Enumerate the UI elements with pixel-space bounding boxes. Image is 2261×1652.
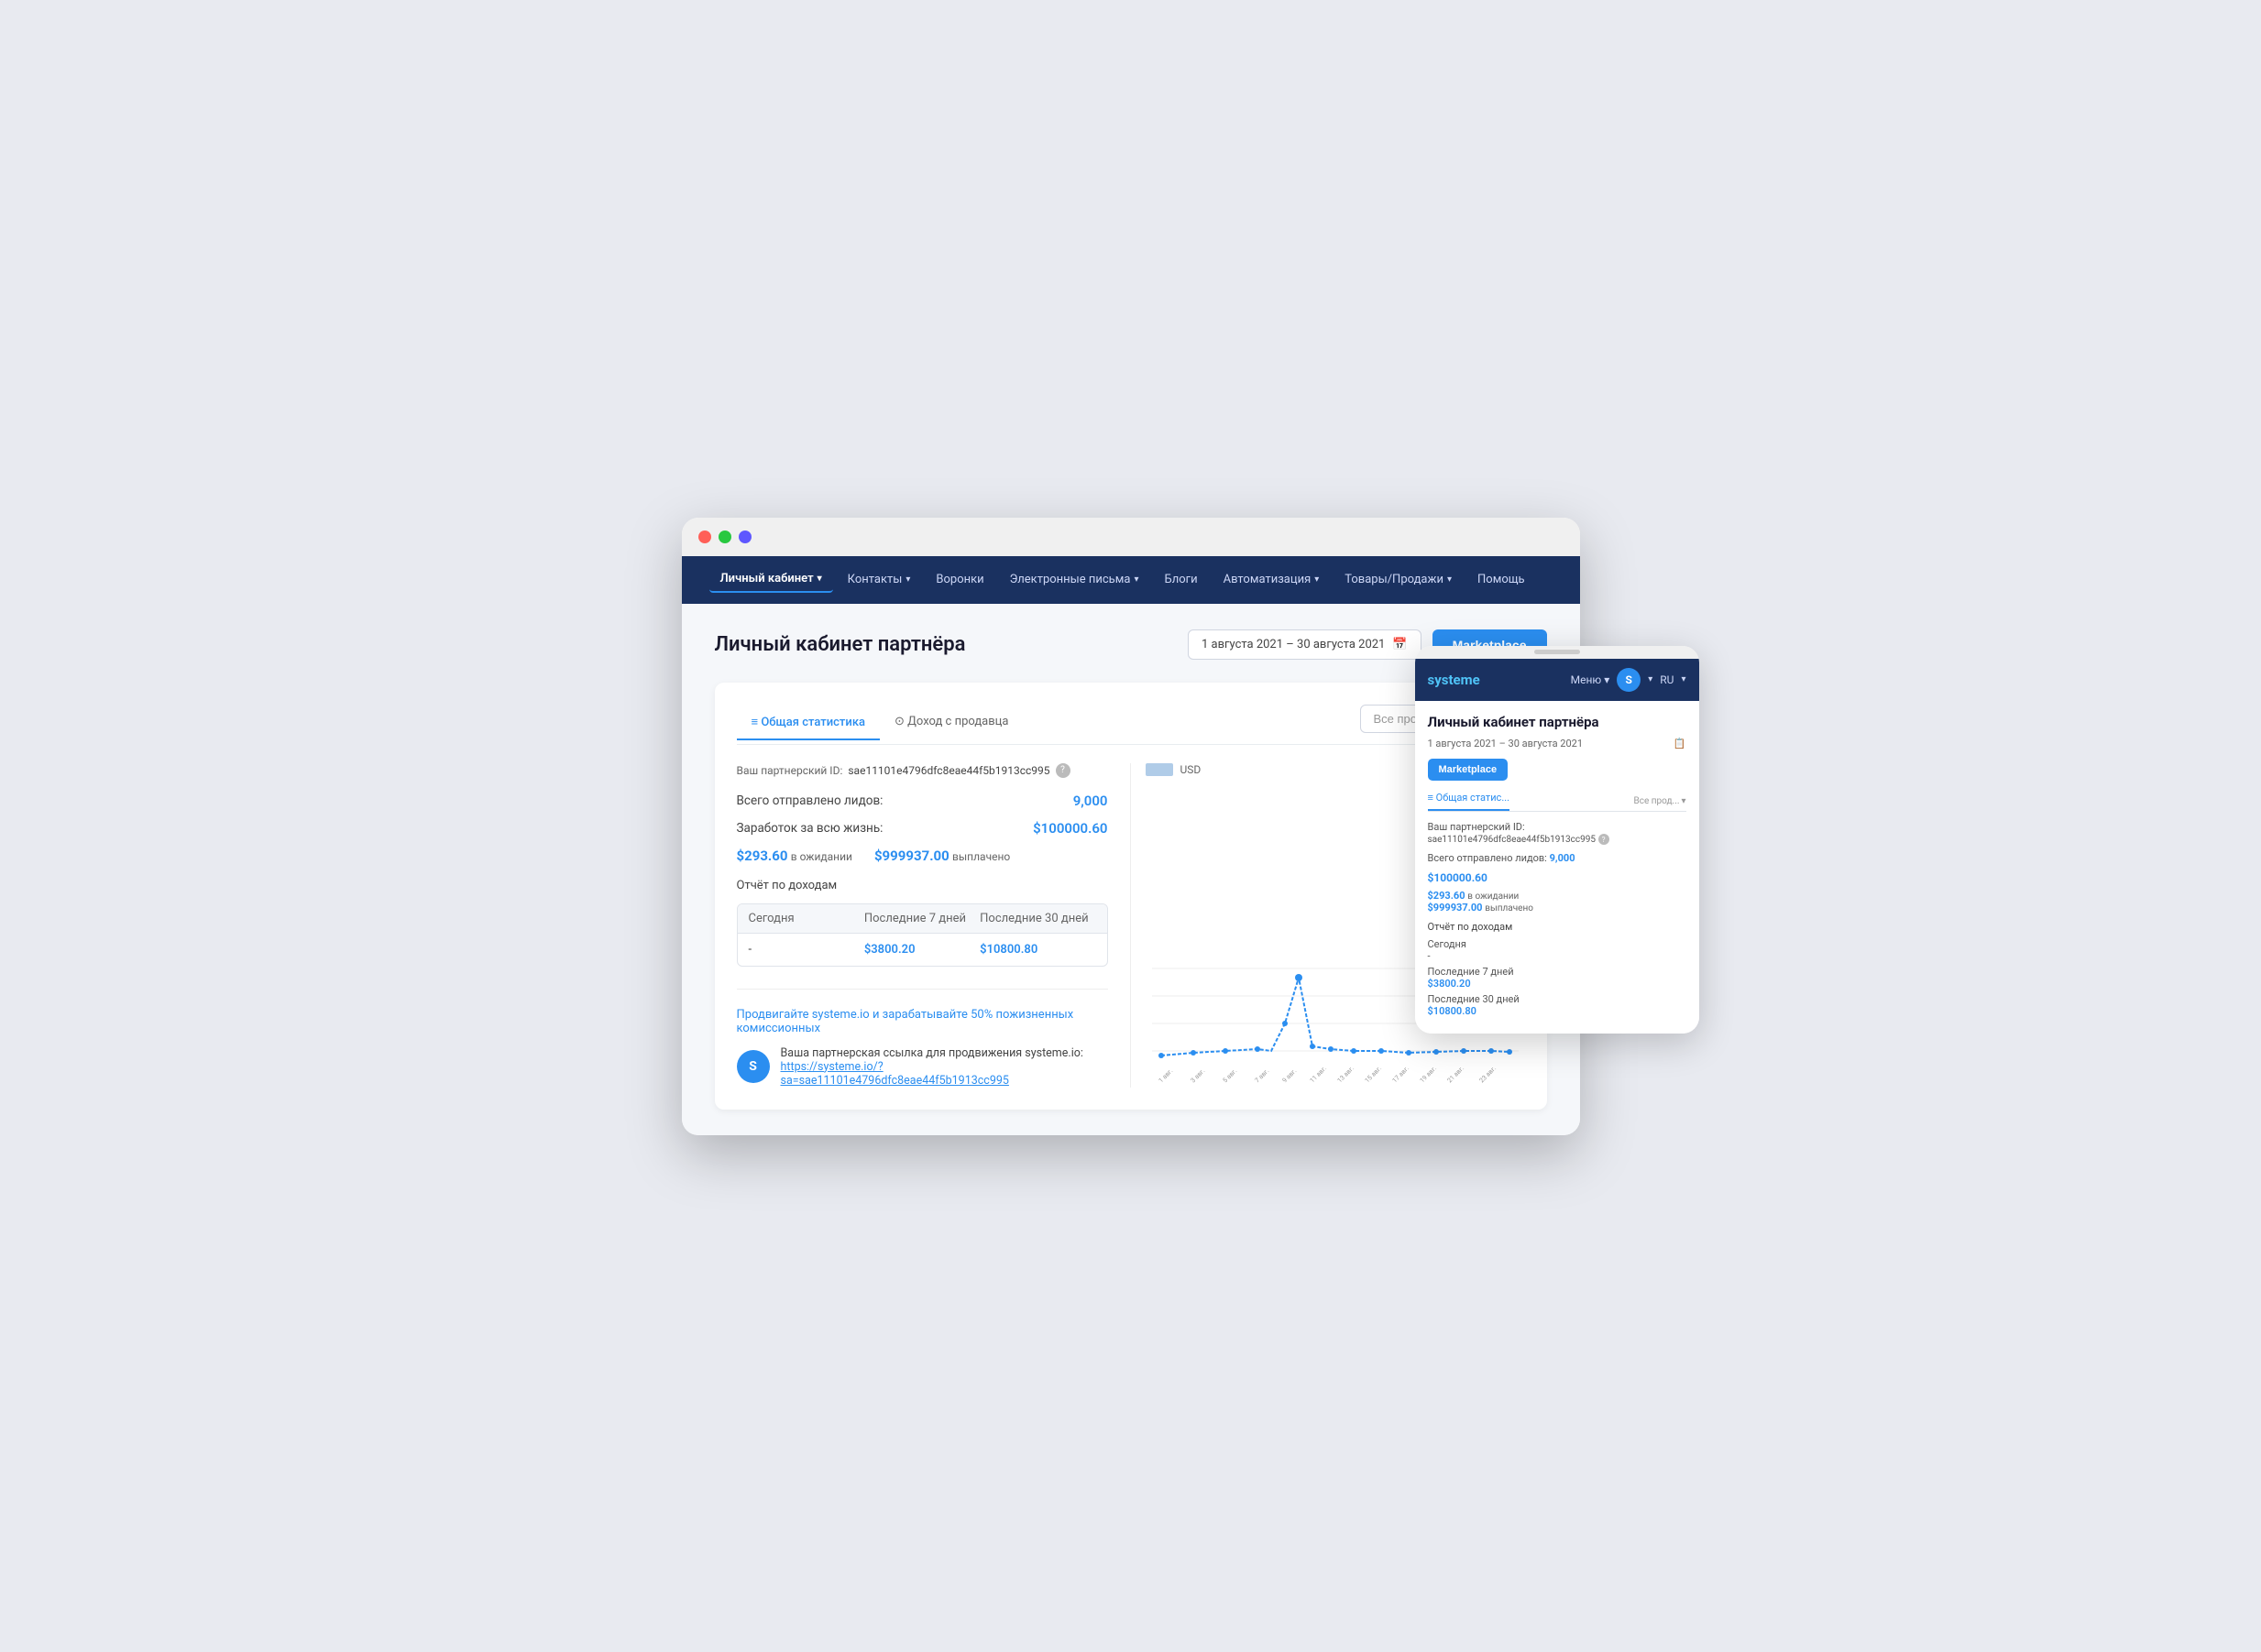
income-report: Отчёт по доходам Сегодня Последние 7 дне… bbox=[737, 879, 1108, 967]
stats-grid: Ваш партнерский ID: sae11101e4796dfc8eae… bbox=[737, 763, 1525, 1088]
minimize-dot[interactable] bbox=[719, 531, 731, 543]
income-table: Сегодня Последние 7 дней Последние 30 дн… bbox=[737, 903, 1108, 967]
svg-text:21 авг.: 21 авг. bbox=[1445, 1064, 1465, 1083]
maximize-dot[interactable] bbox=[739, 531, 752, 543]
mobile-notch-bar bbox=[1534, 650, 1580, 654]
svg-text:5 авг.: 5 авг. bbox=[1221, 1067, 1238, 1084]
income-table-row: - $3800.20 $10800.80 bbox=[738, 934, 1107, 966]
income-table-header: Сегодня Последние 7 дней Последние 30 дн… bbox=[738, 904, 1107, 934]
mobile-menu-button[interactable]: Меню ▾ bbox=[1571, 673, 1610, 686]
mobile-info-icon: ? bbox=[1598, 834, 1609, 845]
mobile-pending-paid: $293.60 в ожидании $999937.00 выплачено bbox=[1428, 890, 1686, 914]
tabs: ≡ Общая статистика ⊙ Доход с продавца bbox=[737, 709, 1024, 728]
mobile-seller-caret: ▾ bbox=[1681, 796, 1685, 806]
mobile-income-title: Отчёт по доходам bbox=[1428, 921, 1686, 933]
caret-icon: ▾ bbox=[1314, 574, 1319, 585]
svg-text:23 авг.: 23 авг. bbox=[1477, 1064, 1497, 1083]
info-icon[interactable]: ? bbox=[1056, 763, 1070, 778]
svg-text:15 авг.: 15 авг. bbox=[1363, 1064, 1382, 1083]
svg-text:9 авг.: 9 авг. bbox=[1280, 1067, 1298, 1084]
nav-item-cabinet[interactable]: Личный кабинет ▾ bbox=[709, 566, 833, 593]
promo-section: Продвигайте systeme.io и зарабатывайте 5… bbox=[737, 989, 1108, 1088]
nav-item-funnels[interactable]: Воронки bbox=[925, 567, 994, 592]
mobile-lang-caret: ▾ bbox=[1681, 674, 1685, 684]
mobile-partner-id: Ваш партнерский ID: sae11101e4796dfc8eae… bbox=[1428, 821, 1686, 846]
nav-bar: Личный кабинет ▾ Контакты ▾ Воронки Элек… bbox=[682, 556, 1580, 604]
nav-item-emails[interactable]: Электронные письма ▾ bbox=[999, 567, 1150, 592]
mobile-notch bbox=[1415, 646, 1699, 659]
svg-text:3 авг.: 3 авг. bbox=[1189, 1067, 1206, 1084]
legend-box bbox=[1146, 763, 1173, 776]
stats-left: Ваш партнерский ID: sae11101e4796dfc8eae… bbox=[737, 763, 1131, 1088]
mobile-avatar-caret: ▾ bbox=[1648, 674, 1652, 684]
mobile-marketplace-button[interactable]: Marketplace bbox=[1428, 759, 1509, 781]
tab-seller-income[interactable]: ⊙ Доход с продавца bbox=[880, 709, 1023, 740]
mobile-calendar-icon[interactable]: 📋 bbox=[1674, 738, 1686, 749]
mobile-month30-row: Последние 30 дней $10800.80 bbox=[1428, 993, 1686, 1017]
svg-text:11 авг.: 11 авг. bbox=[1308, 1064, 1327, 1083]
tabs-row: ≡ Общая статистика ⊙ Доход с продавца Вс… bbox=[737, 705, 1525, 745]
mobile-week7-row: Последние 7 дней $3800.20 bbox=[1428, 966, 1686, 990]
browser-window: Личный кабинет ▾ Контакты ▾ Воронки Элек… bbox=[682, 518, 1580, 1135]
mobile-date-range: 1 августа 2021 – 30 августа 2021 bbox=[1428, 738, 1584, 749]
systeme-icon: S bbox=[737, 1050, 770, 1083]
nav-item-blogs[interactable]: Блоги bbox=[1154, 567, 1209, 592]
date-range-label: 1 августа 2021 – 30 августа 2021 bbox=[1202, 638, 1385, 651]
svg-text:7 авг.: 7 авг. bbox=[1253, 1067, 1270, 1084]
caret-icon: ▾ bbox=[905, 574, 910, 585]
mobile-content: Личный кабинет партнёра 1 августа 2021 –… bbox=[1415, 701, 1699, 1034]
leads-row: Всего отправлено лидов: 9,000 bbox=[737, 793, 1108, 809]
svg-text:1 авг.: 1 авг. bbox=[1157, 1067, 1174, 1084]
pending-item: $293.60 в ожидании bbox=[737, 848, 852, 864]
mobile-seller-dropdown[interactable]: Все прод... ▾ bbox=[1634, 796, 1686, 806]
mobile-leads-row: Всего отправлено лидов: 9,000 bbox=[1428, 852, 1686, 864]
mobile-caret-icon: ▾ bbox=[1604, 673, 1609, 686]
mobile-date-row: 1 августа 2021 – 30 августа 2021 📋 bbox=[1428, 738, 1686, 749]
promo-link[interactable]: https://systeme.io/?sa=sae11101e4796dfc8… bbox=[781, 1060, 1009, 1088]
caret-icon: ▾ bbox=[818, 574, 822, 584]
browser-titlebar bbox=[682, 518, 1580, 556]
promo-link-row: S Ваша партнерская ссылка для продвижени… bbox=[737, 1046, 1108, 1088]
mobile-avatar: S bbox=[1617, 668, 1641, 692]
page-title: Личный кабинет партнёра bbox=[715, 633, 966, 656]
mobile-page-title: Личный кабинет партнёра bbox=[1428, 714, 1686, 730]
close-dot[interactable] bbox=[698, 531, 711, 543]
nav-item-automation[interactable]: Автоматизация ▾ bbox=[1213, 567, 1331, 592]
paid-item: $999937.00 выплачено bbox=[874, 848, 1010, 864]
partner-id-row: Ваш партнерский ID: sae11101e4796dfc8eae… bbox=[737, 763, 1108, 778]
mobile-overlay: systeme Меню ▾ S ▾ RU ▾ Личный кабинет п… bbox=[1415, 646, 1699, 1034]
nav-item-products[interactable]: Товары/Продажи ▾ bbox=[1334, 567, 1463, 592]
mobile-today-row: Сегодня - bbox=[1428, 938, 1686, 962]
lifetime-row: Заработок за всю жизнь: $100000.60 bbox=[737, 820, 1108, 837]
svg-text:19 авг.: 19 авг. bbox=[1418, 1064, 1437, 1083]
caret-icon: ▾ bbox=[1447, 574, 1452, 585]
svg-text:13 авг.: 13 авг. bbox=[1335, 1064, 1355, 1083]
mobile-nav: systeme Меню ▾ S ▾ RU ▾ bbox=[1415, 659, 1699, 701]
mobile-tabs-row: ≡ Общая статис... Все прод... ▾ bbox=[1428, 792, 1686, 812]
calendar-icon: 📅 bbox=[1392, 638, 1407, 651]
caret-icon: ▾ bbox=[1134, 574, 1138, 585]
earnings-row: $293.60 в ожидании $999937.00 выплачено bbox=[737, 848, 1108, 864]
svg-text:17 авг.: 17 авг. bbox=[1390, 1064, 1410, 1083]
mobile-lang[interactable]: RU bbox=[1660, 673, 1674, 686]
tab-general-stats[interactable]: ≡ Общая статистика bbox=[737, 709, 881, 740]
nav-item-help[interactable]: Помощь bbox=[1466, 567, 1536, 592]
mobile-nav-right: Меню ▾ S ▾ RU ▾ bbox=[1571, 668, 1686, 692]
mobile-tab-stats[interactable]: ≡ Общая статис... bbox=[1428, 792, 1510, 811]
date-range-picker[interactable]: 1 августа 2021 – 30 августа 2021 📅 bbox=[1188, 629, 1421, 660]
mobile-lifetime: $100000.60 bbox=[1428, 871, 1686, 884]
nav-item-contacts[interactable]: Контакты ▾ bbox=[837, 567, 922, 592]
mobile-logo: systeme bbox=[1428, 672, 1480, 688]
